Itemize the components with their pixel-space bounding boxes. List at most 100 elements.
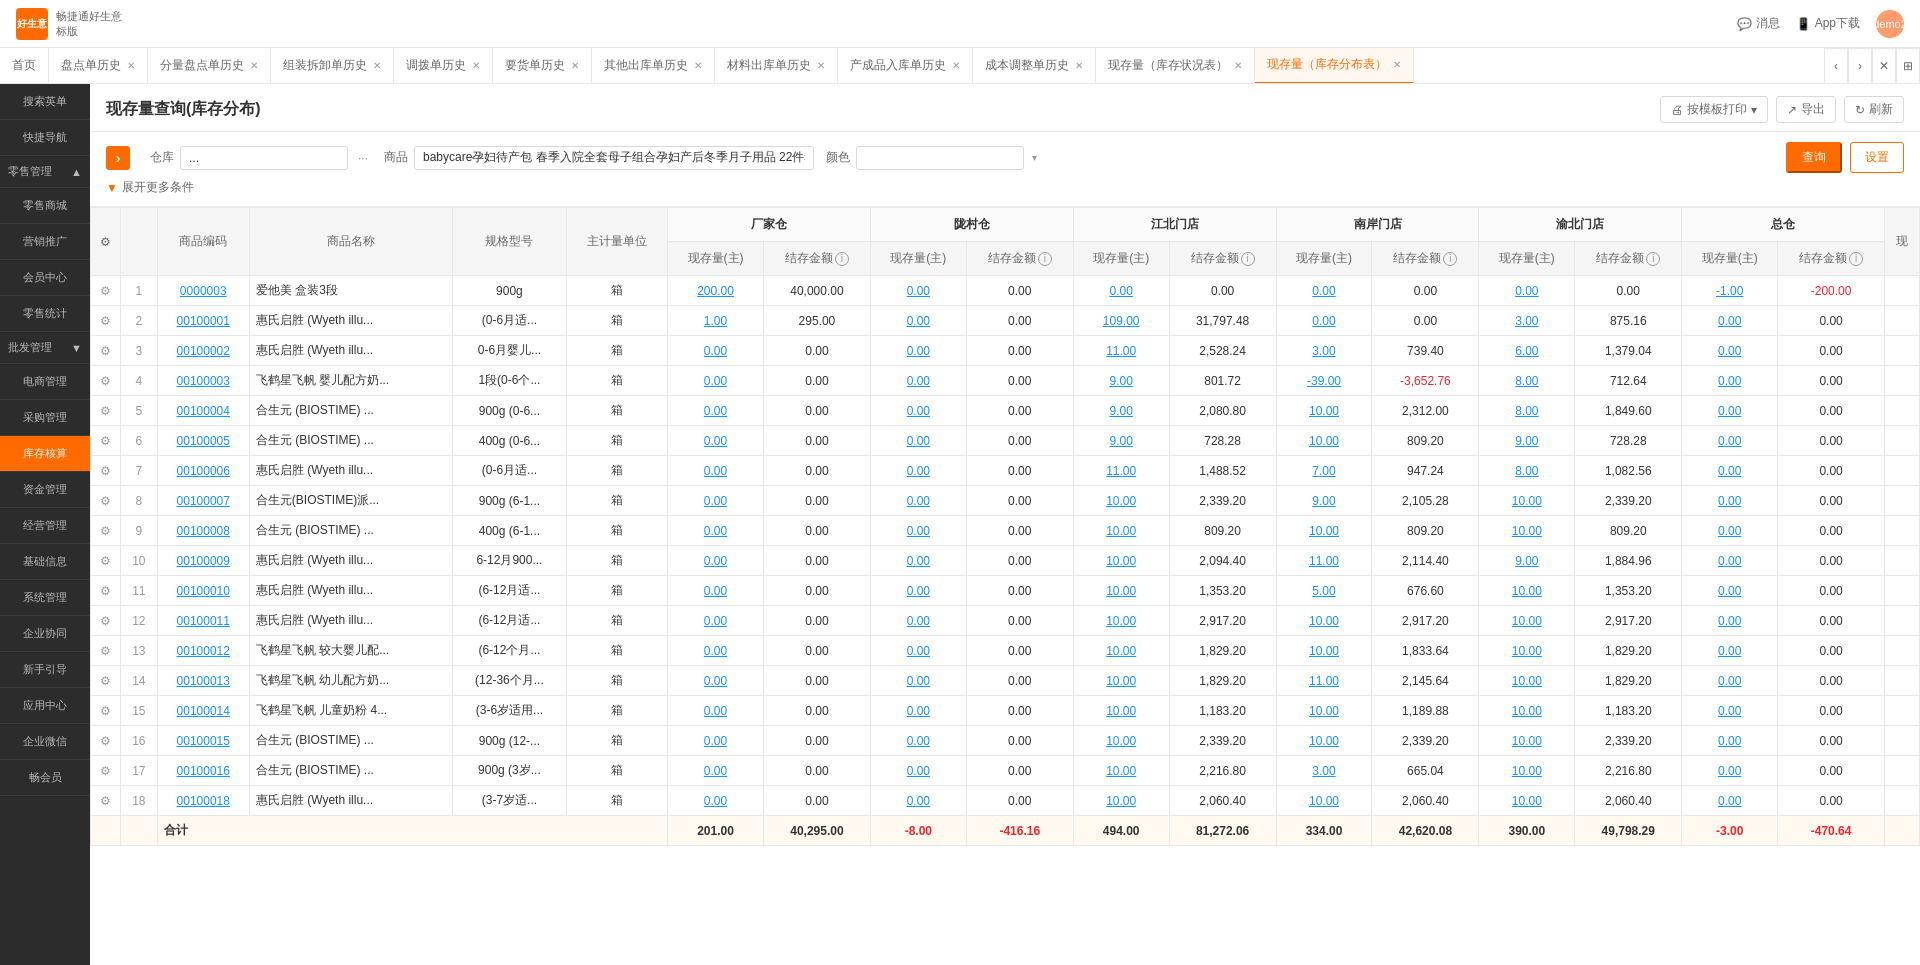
goods-input[interactable] bbox=[414, 146, 814, 170]
cell-code[interactable]: 00100004 bbox=[157, 396, 249, 426]
cell-jiangbei-stock[interactable]: 10.00 bbox=[1073, 486, 1169, 516]
sidebar-item-marketing[interactable]: 营销推广 bbox=[0, 224, 90, 260]
cell-code[interactable]: 00100002 bbox=[157, 336, 249, 366]
cell-zong-stock[interactable]: 0.00 bbox=[1682, 516, 1778, 546]
cell-nanan-stock[interactable]: 9.00 bbox=[1276, 486, 1372, 516]
cell-jiangbei-stock[interactable]: 10.00 bbox=[1073, 546, 1169, 576]
cell-longtan-stock[interactable]: 0.00 bbox=[870, 276, 966, 306]
sidebar-item-system[interactable]: 系统管理 bbox=[0, 580, 90, 616]
color-input[interactable] bbox=[856, 146, 1024, 170]
info-icon[interactable]: i bbox=[1646, 252, 1660, 266]
cell-yubei-stock[interactable]: 10.00 bbox=[1479, 636, 1575, 666]
cell-longtan-stock[interactable]: 0.00 bbox=[870, 396, 966, 426]
cell-yubei-stock[interactable]: 10.00 bbox=[1479, 486, 1575, 516]
cell-yubei-stock[interactable]: 8.00 bbox=[1479, 396, 1575, 426]
cell-code[interactable]: 00100003 bbox=[157, 366, 249, 396]
row-settings-icon[interactable]: ⚙ bbox=[100, 404, 111, 418]
tab-chuku[interactable]: 其他出库单历史 ✕ bbox=[592, 48, 715, 84]
cell-yubei-stock[interactable]: 9.00 bbox=[1479, 546, 1575, 576]
row-settings-icon[interactable]: ⚙ bbox=[100, 314, 111, 328]
info-icon[interactable]: i bbox=[1443, 252, 1457, 266]
row-settings-icon[interactable]: ⚙ bbox=[100, 284, 111, 298]
table-container[interactable]: ⚙ 商品编码 商品名称 规格型号 主计量单位 厂家仓 陇村仓 江北门店 南岸门店… bbox=[90, 207, 1920, 965]
cell-code[interactable]: 00100016 bbox=[157, 756, 249, 786]
cell-changjia-stock[interactable]: 0.00 bbox=[668, 756, 764, 786]
cell-longtan-stock[interactable]: 0.00 bbox=[870, 636, 966, 666]
cell-yubei-stock[interactable]: 10.00 bbox=[1479, 696, 1575, 726]
tab-fenliang[interactable]: 分量盘点单历史 ✕ bbox=[148, 48, 271, 84]
info-icon[interactable]: i bbox=[1849, 252, 1863, 266]
cell-zong-stock[interactable]: 0.00 bbox=[1682, 486, 1778, 516]
print-button[interactable]: 🖨 按模板打印 ▾ bbox=[1660, 96, 1768, 123]
close-icon[interactable]: ✕ bbox=[250, 60, 258, 71]
cell-yubei-stock[interactable]: 10.00 bbox=[1479, 786, 1575, 816]
cell-zong-stock[interactable]: 0.00 bbox=[1682, 786, 1778, 816]
cell-code[interactable]: 00100009 bbox=[157, 546, 249, 576]
cell-longtan-stock[interactable]: 0.00 bbox=[870, 336, 966, 366]
cell-longtan-stock[interactable]: 0.00 bbox=[870, 426, 966, 456]
row-settings-icon[interactable]: ⚙ bbox=[100, 494, 111, 508]
cell-code[interactable]: 0000003 bbox=[157, 276, 249, 306]
cell-nanan-stock[interactable]: 10.00 bbox=[1276, 786, 1372, 816]
cell-code[interactable]: 00100006 bbox=[157, 456, 249, 486]
cell-yubei-stock[interactable]: 10.00 bbox=[1479, 576, 1575, 606]
cell-zong-stock[interactable]: 0.00 bbox=[1682, 456, 1778, 486]
cell-longtan-stock[interactable]: 0.00 bbox=[870, 516, 966, 546]
row-settings-icon[interactable]: ⚙ bbox=[100, 434, 111, 448]
cell-jiangbei-stock[interactable]: 10.00 bbox=[1073, 726, 1169, 756]
cell-jiangbei-stock[interactable]: 0.00 bbox=[1073, 276, 1169, 306]
cell-longtan-stock[interactable]: 0.00 bbox=[870, 546, 966, 576]
row-settings-icon[interactable]: ⚙ bbox=[100, 644, 111, 658]
cell-code[interactable]: 00100001 bbox=[157, 306, 249, 336]
cell-code[interactable]: 00100011 bbox=[157, 606, 249, 636]
cell-changjia-stock[interactable]: 0.00 bbox=[668, 336, 764, 366]
cell-longtan-stock[interactable]: 0.00 bbox=[870, 606, 966, 636]
cell-yubei-stock[interactable]: 10.00 bbox=[1479, 516, 1575, 546]
sidebar-item-finance[interactable]: 资金管理 bbox=[0, 472, 90, 508]
tab-chancheng[interactable]: 产成品入库单历史 ✕ bbox=[838, 48, 973, 84]
close-icon[interactable]: ✕ bbox=[571, 60, 579, 71]
cell-changjia-stock[interactable]: 0.00 bbox=[668, 576, 764, 606]
cell-yubei-stock[interactable]: 10.00 bbox=[1479, 666, 1575, 696]
cell-nanan-stock[interactable]: 10.00 bbox=[1276, 726, 1372, 756]
cell-yubei-stock[interactable]: 0.00 bbox=[1479, 276, 1575, 306]
cell-nanan-stock[interactable]: 10.00 bbox=[1276, 606, 1372, 636]
row-settings-icon[interactable]: ⚙ bbox=[100, 674, 111, 688]
cell-nanan-stock[interactable]: 3.00 bbox=[1276, 756, 1372, 786]
row-settings-icon[interactable]: ⚙ bbox=[100, 554, 111, 568]
cell-code[interactable]: 00100015 bbox=[157, 726, 249, 756]
row-settings-icon[interactable]: ⚙ bbox=[100, 734, 111, 748]
cell-code[interactable]: 00100012 bbox=[157, 636, 249, 666]
sidebar-item-guide[interactable]: 新手引导 bbox=[0, 652, 90, 688]
cell-longtan-stock[interactable]: 0.00 bbox=[870, 366, 966, 396]
sidebar-item-purchase[interactable]: 采购管理 bbox=[0, 400, 90, 436]
cell-nanan-stock[interactable]: 10.00 bbox=[1276, 516, 1372, 546]
cell-jiangbei-stock[interactable]: 10.00 bbox=[1073, 516, 1169, 546]
sidebar-item-nav[interactable]: 快捷导航 bbox=[0, 120, 90, 156]
cell-longtan-stock[interactable]: 0.00 bbox=[870, 576, 966, 606]
cell-nanan-stock[interactable]: 3.00 bbox=[1276, 336, 1372, 366]
cell-longtan-stock[interactable]: 0.00 bbox=[870, 756, 966, 786]
message-button[interactable]: 💬 消息 bbox=[1737, 15, 1780, 32]
cell-nanan-stock[interactable]: 5.00 bbox=[1276, 576, 1372, 606]
sidebar-item-ecommerce[interactable]: 电商管理 bbox=[0, 364, 90, 400]
cell-changjia-stock[interactable]: 0.00 bbox=[668, 666, 764, 696]
cell-zong-stock[interactable]: 0.00 bbox=[1682, 366, 1778, 396]
row-settings-icon[interactable]: ⚙ bbox=[100, 584, 111, 598]
cell-nanan-stock[interactable]: 11.00 bbox=[1276, 666, 1372, 696]
cell-zong-stock[interactable]: 0.00 bbox=[1682, 666, 1778, 696]
tab-xiancunliang-kuangkuang[interactable]: 现存量（库存状况表） ✕ bbox=[1096, 48, 1255, 84]
sidebar-item-search[interactable]: 搜索英单 bbox=[0, 84, 90, 120]
sidebar-item-wechat[interactable]: 企业微信 bbox=[0, 724, 90, 760]
cell-jiangbei-stock[interactable]: 11.00 bbox=[1073, 456, 1169, 486]
cell-changjia-stock[interactable]: 0.00 bbox=[668, 516, 764, 546]
cell-zong-stock[interactable]: 0.00 bbox=[1682, 546, 1778, 576]
query-button[interactable]: 查询 bbox=[1786, 142, 1842, 173]
close-icon[interactable]: ✕ bbox=[1075, 60, 1083, 71]
cell-changjia-stock[interactable]: 0.00 bbox=[668, 726, 764, 756]
cell-code[interactable]: 00100005 bbox=[157, 426, 249, 456]
cell-zong-stock[interactable]: 0.00 bbox=[1682, 426, 1778, 456]
cell-yubei-stock[interactable]: 10.00 bbox=[1479, 756, 1575, 786]
cell-longtan-stock[interactable]: 0.00 bbox=[870, 696, 966, 726]
cell-code[interactable]: 00100014 bbox=[157, 696, 249, 726]
